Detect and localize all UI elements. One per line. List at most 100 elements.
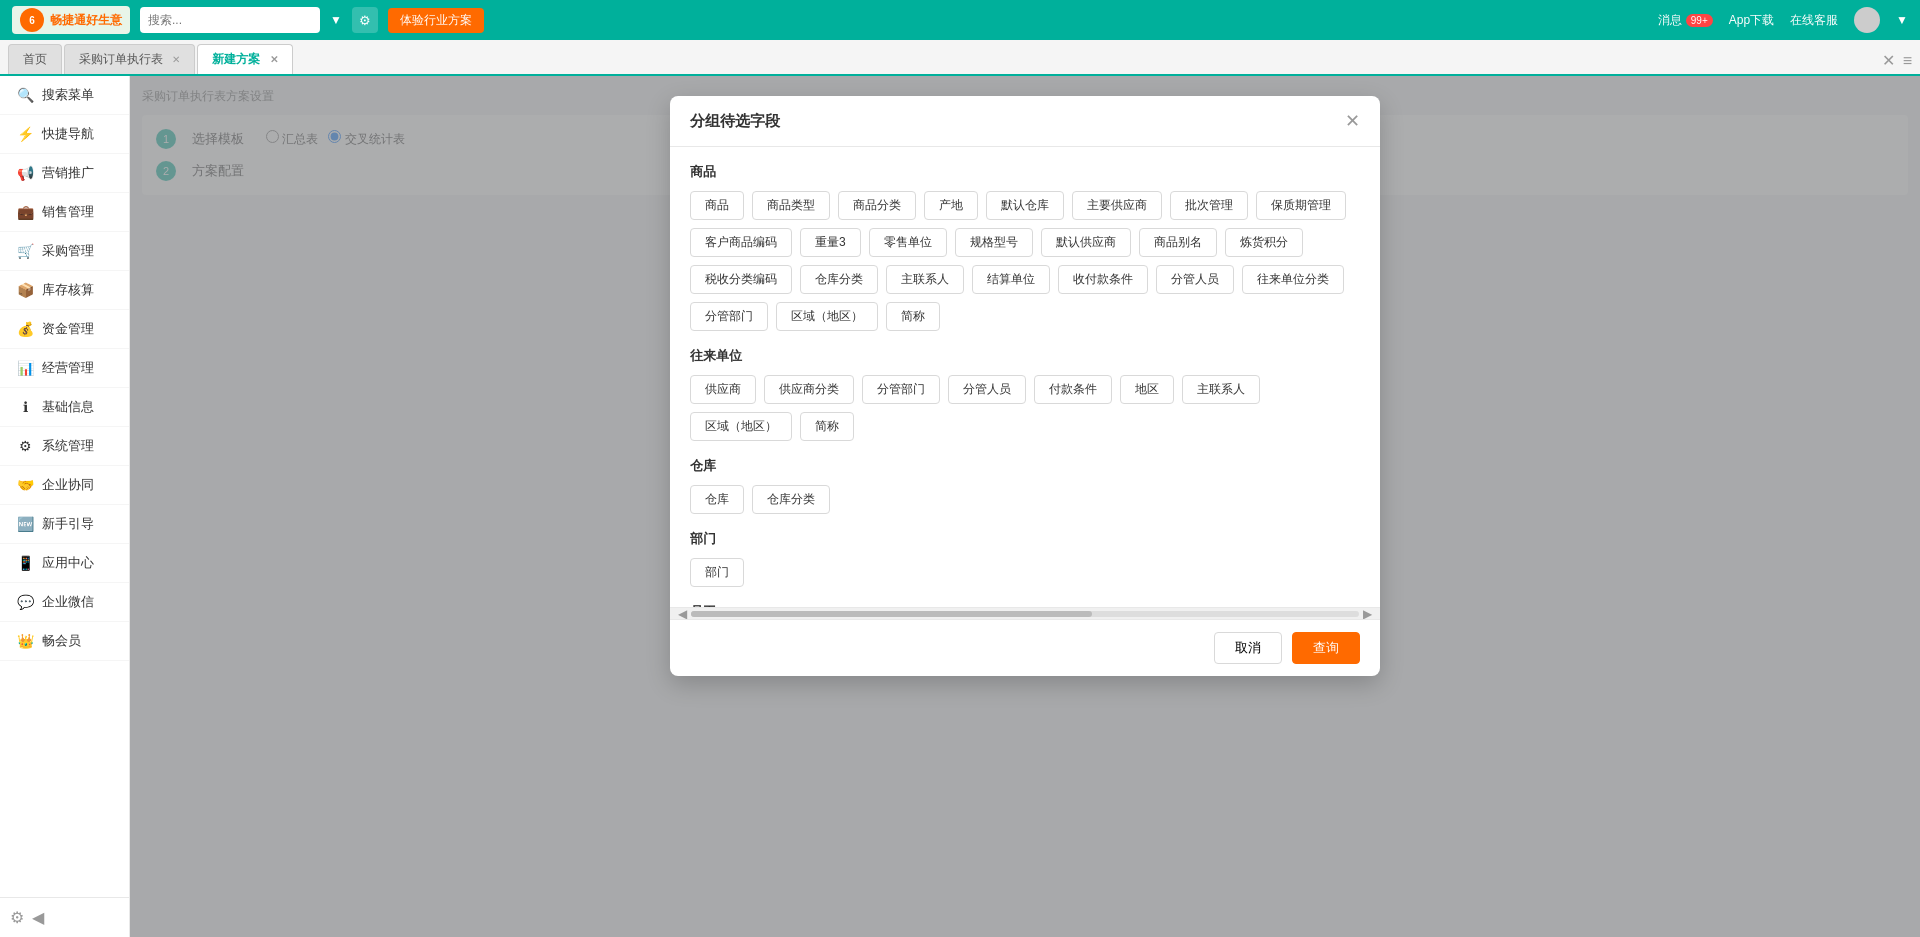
field-main-supplier[interactable]: 主要供应商 [1072,191,1162,220]
field-department[interactable]: 部门 [690,558,744,587]
field-warehouse-category[interactable]: 仓库分类 [800,265,878,294]
inventory-icon: 📦 [16,281,34,299]
sales-icon: 💼 [16,203,34,221]
tab-purchase-order[interactable]: 采购订单执行表 ✕ [64,44,195,74]
section-partner-fields: 供应商 供应商分类 分管部门 分管人员 付款条件 地区 主联系人 区域（地区） … [690,375,1360,441]
tab-bar-actions: ✕ ≡ [1882,51,1912,74]
sidebar-label-quicknav: 快捷导航 [42,125,94,143]
tab-home-label: 首页 [23,52,47,66]
section-department-title: 部门 [690,530,1360,548]
finance-icon: 💰 [16,320,34,338]
sidebar-item-sales[interactable]: 💼 销售管理 [0,193,129,232]
field-goods[interactable]: 商品 [690,191,744,220]
sidebar-label-search: 搜索菜单 [42,86,94,104]
modal-close-button[interactable]: ✕ [1345,110,1360,132]
sidebar-item-collab[interactable]: 🤝 企业协同 [0,466,129,505]
field-warehouse[interactable]: 仓库 [690,485,744,514]
search-input[interactable] [140,7,320,33]
app-download-link[interactable]: App下载 [1729,12,1774,29]
avatar[interactable] [1854,7,1880,33]
section-department-fields: 部门 [690,558,1360,587]
user-menu-arrow[interactable]: ▼ [1896,13,1908,27]
sidebar-item-appstore[interactable]: 📱 应用中心 [0,544,129,583]
sidebar-item-member[interactable]: 👑 畅会员 [0,622,129,661]
tab-purchase-close-icon[interactable]: ✕ [172,54,180,65]
field-supplier[interactable]: 供应商 [690,375,756,404]
field-partner-region[interactable]: 地区 [1120,375,1174,404]
newbie-icon: 🆕 [16,515,34,533]
cancel-button[interactable]: 取消 [1214,632,1282,664]
field-partner-supervisor[interactable]: 分管人员 [948,375,1026,404]
experience-button[interactable]: 体验行业方案 [388,8,484,33]
sidebar-item-search[interactable]: 🔍 搜索菜单 [0,76,129,115]
sidebar-item-quicknav[interactable]: ⚡ 快捷导航 [0,115,129,154]
field-settlement-unit[interactable]: 结算单位 [972,265,1050,294]
field-region[interactable]: 区域（地区） [776,302,878,331]
sidebar-collapse-icon[interactable]: ◀ [32,908,44,927]
sidebar-item-basic[interactable]: ℹ 基础信息 [0,388,129,427]
sidebar-item-newbie[interactable]: 🆕 新手引导 [0,505,129,544]
field-partner-area[interactable]: 区域（地区） [690,412,792,441]
field-tax-code[interactable]: 税收分类编码 [690,265,792,294]
confirm-button[interactable]: 查询 [1292,632,1360,664]
sidebar-item-finance[interactable]: 💰 资金管理 [0,310,129,349]
notification-badge: 99+ [1686,14,1713,27]
field-default-supplier[interactable]: 默认供应商 [1041,228,1131,257]
field-spec-model[interactable]: 规格型号 [955,228,1033,257]
sidebar-item-system[interactable]: ⚙ 系统管理 [0,427,129,466]
field-warehouse-cat[interactable]: 仓库分类 [752,485,830,514]
field-supplier-category[interactable]: 供应商分类 [764,375,854,404]
tab-new-plan-close-icon[interactable]: ✕ [270,54,278,65]
field-partner-category[interactable]: 往来单位分类 [1242,265,1344,294]
field-retail-unit[interactable]: 零售单位 [869,228,947,257]
sidebar-label-finance: 资金管理 [42,320,94,338]
tab-home[interactable]: 首页 [8,44,62,74]
tab-more-icon[interactable]: ≡ [1903,52,1912,70]
field-weight3[interactable]: 重量3 [800,228,861,257]
sidebar-label-sales: 销售管理 [42,203,94,221]
sidebar-label-system: 系统管理 [42,437,94,455]
field-main-contact[interactable]: 主联系人 [886,265,964,294]
sidebar-item-marketing[interactable]: 📢 营销推广 [0,154,129,193]
sidebar-item-inventory[interactable]: 📦 库存核算 [0,271,129,310]
field-payment-terms[interactable]: 收付款条件 [1058,265,1148,294]
field-shortname[interactable]: 简称 [886,302,940,331]
sidebar-item-wechat[interactable]: 💬 企业微信 [0,583,129,622]
section-goods-fields: 商品 商品类型 商品分类 产地 默认仓库 主要供应商 批次管理 保质期管理 客户… [690,191,1360,331]
field-batch-mgmt[interactable]: 批次管理 [1170,191,1248,220]
online-service-link[interactable]: 在线客服 [1790,12,1838,29]
horizontal-scrollbar[interactable] [691,611,1359,617]
field-partner-shortname[interactable]: 简称 [800,412,854,441]
dropdown-arrow-icon[interactable]: ▼ [330,13,342,27]
gear-icon: ⚙ [359,13,371,28]
field-origin[interactable]: 产地 [924,191,978,220]
header-right: 消息 99+ App下载 在线客服 ▼ [1658,7,1908,33]
field-goods-type[interactable]: 商品类型 [752,191,830,220]
notification-area[interactable]: 消息 99+ [1658,12,1712,29]
section-partner-title: 往来单位 [690,347,1360,365]
gear-button[interactable]: ⚙ [352,7,378,33]
field-dept[interactable]: 分管部门 [690,302,768,331]
top-header: 6 畅捷通好生意 ▼ ⚙ 体验行业方案 消息 99+ App下载 在线客服 ▼ [0,0,1920,40]
field-goods-category[interactable]: 商品分类 [838,191,916,220]
field-goods-alias[interactable]: 商品别名 [1139,228,1217,257]
member-icon: 👑 [16,632,34,650]
sidebar-label-operations: 经营管理 [42,359,94,377]
field-customer-code[interactable]: 客户商品编码 [690,228,792,257]
field-partner-dept[interactable]: 分管部门 [862,375,940,404]
tab-new-plan[interactable]: 新建方案 ✕ [197,44,292,74]
field-default-warehouse[interactable]: 默认仓库 [986,191,1064,220]
field-partner-payment[interactable]: 付款条件 [1034,375,1112,404]
field-supervisor[interactable]: 分管人员 [1156,265,1234,294]
sidebar-item-purchase[interactable]: 🛒 采购管理 [0,232,129,271]
sidebar-label-inventory: 库存核算 [42,281,94,299]
sidebar-settings-icon[interactable]: ⚙ [10,908,24,927]
main-content: 采购订单执行表方案设置 1 选择模板 汇总表 交叉统计表 2 方案配置 [130,76,1920,937]
modal-header: 分组待选字段 ✕ [670,96,1380,147]
field-partner-contact[interactable]: 主联系人 [1182,375,1260,404]
sidebar-label-member: 畅会员 [42,632,81,650]
sidebar-item-operations[interactable]: 📊 经营管理 [0,349,129,388]
tab-close-all-icon[interactable]: ✕ [1882,51,1895,70]
field-shelf-life[interactable]: 保质期管理 [1256,191,1346,220]
field-points[interactable]: 炼货积分 [1225,228,1303,257]
